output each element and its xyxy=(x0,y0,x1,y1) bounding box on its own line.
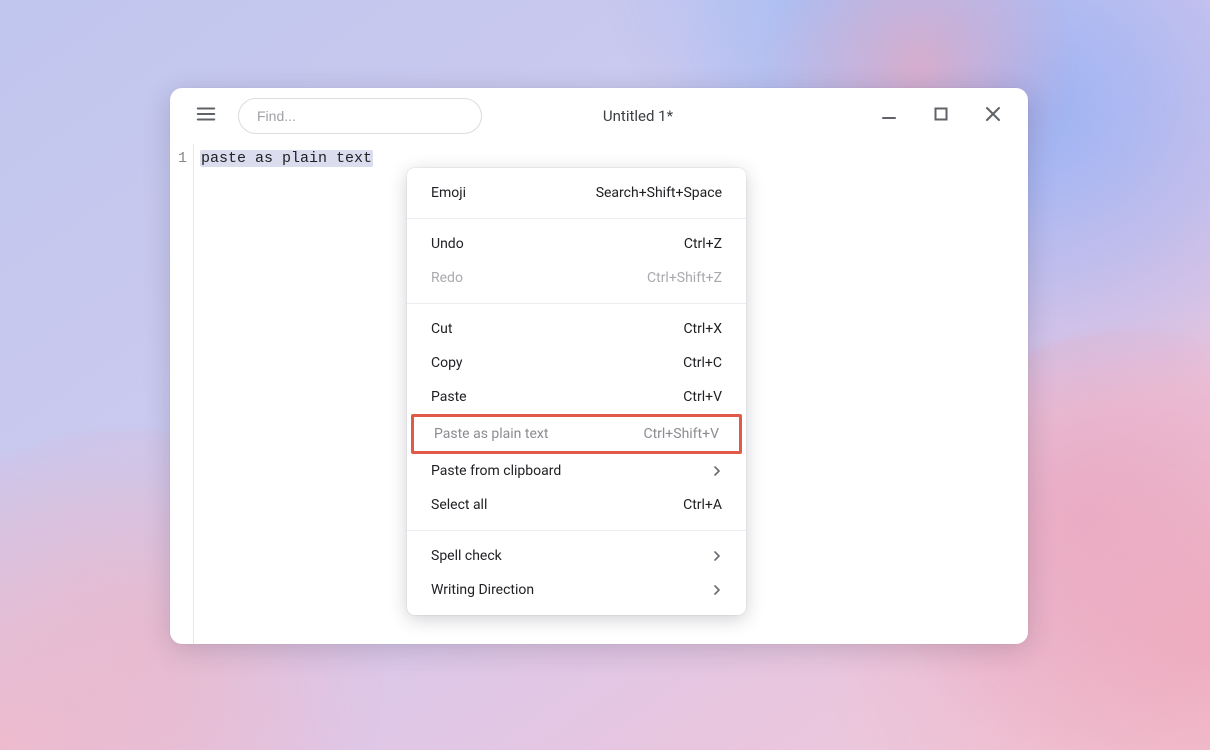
menu-item-paste-clipboard[interactable]: Paste from clipboard xyxy=(407,454,746,488)
menu-item-shortcut: Search+Shift+Space xyxy=(596,185,722,201)
menu-item-label: Spell check xyxy=(431,548,712,564)
menu-separator xyxy=(407,218,746,219)
close-button[interactable] xyxy=(978,101,1008,131)
menu-separator xyxy=(407,303,746,304)
menu-item-label: Emoji xyxy=(431,185,596,201)
titlebar: Untitled 1* xyxy=(170,88,1028,144)
line-number: 1 xyxy=(170,148,187,170)
menu-item-redo: Redo Ctrl+Shift+Z xyxy=(407,261,746,295)
close-icon xyxy=(985,106,1001,126)
menu-item-shortcut: Ctrl+X xyxy=(683,321,722,337)
menu-item-shortcut: Ctrl+A xyxy=(683,497,722,513)
line-gutter: 1 xyxy=(170,144,194,644)
menu-item-undo[interactable]: Undo Ctrl+Z xyxy=(407,227,746,261)
menu-item-label: Paste xyxy=(431,389,683,405)
maximize-button[interactable] xyxy=(926,101,956,131)
menu-item-label: Select all xyxy=(431,497,683,513)
menu-item-label: Redo xyxy=(431,270,647,286)
menu-item-shortcut: Ctrl+V xyxy=(683,389,722,405)
menu-item-label: Undo xyxy=(431,236,684,252)
minimize-icon xyxy=(881,106,897,126)
menu-button[interactable] xyxy=(186,96,226,136)
menu-item-shortcut: Ctrl+Shift+V xyxy=(643,426,719,442)
menu-item-writing-direction[interactable]: Writing Direction xyxy=(407,573,746,607)
menu-separator xyxy=(407,530,746,531)
maximize-icon xyxy=(933,106,949,126)
menu-item-shortcut: Ctrl+Z xyxy=(684,236,722,252)
chevron-right-icon xyxy=(712,585,722,595)
context-menu: Emoji Search+Shift+Space Undo Ctrl+Z Red… xyxy=(407,168,746,615)
menu-item-paste[interactable]: Paste Ctrl+V xyxy=(407,380,746,414)
chevron-right-icon xyxy=(712,466,722,476)
menu-item-label: Copy xyxy=(431,355,683,371)
menu-item-cut[interactable]: Cut Ctrl+X xyxy=(407,312,746,346)
menu-item-label: Cut xyxy=(431,321,683,337)
window-controls xyxy=(874,101,1016,131)
menu-item-paste-plain[interactable]: Paste as plain text Ctrl+Shift+V xyxy=(411,414,742,454)
menu-item-select-all[interactable]: Select all Ctrl+A xyxy=(407,488,746,522)
menu-item-spell-check[interactable]: Spell check xyxy=(407,539,746,573)
menu-item-copy[interactable]: Copy Ctrl+C xyxy=(407,346,746,380)
menu-item-label: Paste from clipboard xyxy=(431,463,712,479)
menu-item-emoji[interactable]: Emoji Search+Shift+Space xyxy=(407,176,746,210)
selected-text[interactable]: paste as plain text xyxy=(200,150,373,167)
menu-item-shortcut: Ctrl+Shift+Z xyxy=(647,270,722,286)
hamburger-icon xyxy=(195,103,217,129)
chevron-right-icon xyxy=(712,551,722,561)
menu-item-label: Writing Direction xyxy=(431,582,712,598)
menu-item-shortcut: Ctrl+C xyxy=(683,355,722,371)
minimize-button[interactable] xyxy=(874,101,904,131)
menu-item-label: Paste as plain text xyxy=(434,426,643,442)
find-input[interactable] xyxy=(238,98,482,134)
